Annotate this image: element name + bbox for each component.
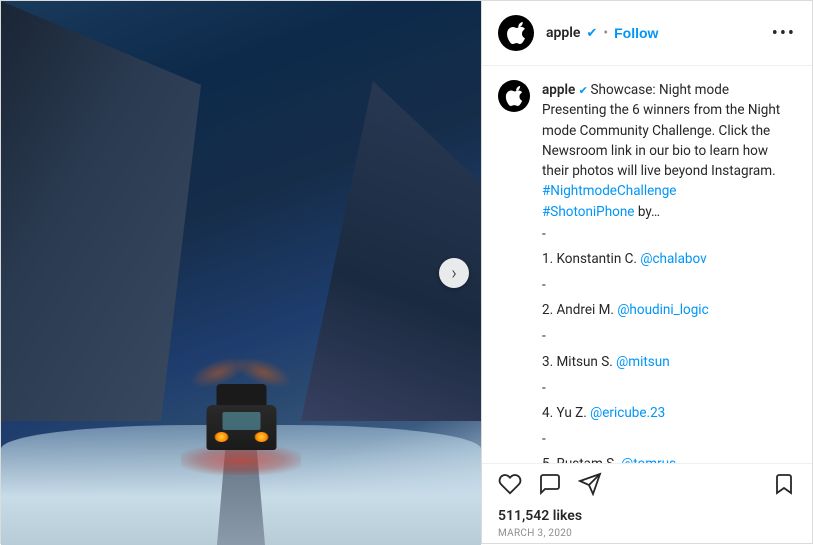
- like-button[interactable]: [498, 472, 522, 502]
- list-item-1: 1. Konstantin C. @chalabov: [542, 246, 796, 273]
- avatar: [498, 15, 534, 51]
- hashtag-nightmode[interactable]: #NightmodeChallenge: [542, 183, 676, 199]
- dash-1: -: [542, 222, 796, 246]
- vehicle-body: [206, 405, 276, 450]
- vehicle-windshield: [222, 412, 260, 430]
- post-right: apple ✔ • Follow ••• apple ✔ Showcase: N…: [481, 1, 812, 543]
- more-options-button[interactable]: •••: [772, 23, 796, 44]
- chevron-right-icon: ›: [451, 263, 456, 284]
- mention-chalabov[interactable]: @chalabov: [640, 251, 706, 267]
- header-info: apple ✔ • Follow: [546, 25, 772, 41]
- comment-body: apple ✔ Showcase: Night mode Presenting …: [542, 80, 796, 463]
- list-item-2: 2. Andrei M. @houdini_logic: [542, 297, 796, 324]
- action-icons-row: [498, 472, 796, 502]
- post-header: apple ✔ • Follow •••: [482, 1, 812, 66]
- post-image: ›: [1, 1, 481, 545]
- comment-apple-logo-icon: [504, 86, 524, 106]
- dash-3: -: [542, 324, 796, 348]
- dot-separator: •: [603, 25, 608, 41]
- post-container: › apple ✔ • Follow •••: [0, 0, 813, 544]
- by-text: by…: [638, 204, 660, 220]
- post-date: March 3, 2020: [498, 528, 796, 539]
- hashtag-shotooniphone[interactable]: #ShotoniPhone: [542, 204, 634, 220]
- apple-logo-icon: [505, 22, 527, 44]
- mountain-left: [1, 1, 201, 421]
- mention-mitsun[interactable]: @mitsun: [616, 354, 670, 370]
- dash-5: -: [542, 427, 796, 451]
- list-item-3: 3. Mitsun S. @mitsun: [542, 349, 796, 376]
- commenter-verified-icon: ✔: [579, 84, 591, 97]
- list-item-5: 5. Rustam S. @tomrus: [542, 451, 796, 463]
- dash-4: -: [542, 376, 796, 400]
- follow-button[interactable]: Follow: [614, 25, 658, 41]
- username: apple: [546, 25, 580, 41]
- verified-icon: ✔: [586, 26, 597, 41]
- vehicle: [199, 385, 284, 450]
- mention-houdini[interactable]: @houdini_logic: [617, 302, 708, 318]
- share-button[interactable]: [578, 472, 602, 502]
- headlight-right: [254, 432, 268, 442]
- main-comment-row: apple ✔ Showcase: Night mode Presenting …: [498, 80, 796, 463]
- mention-ericube[interactable]: @ericube.23: [590, 405, 665, 421]
- post-comments: apple ✔ Showcase: Night mode Presenting …: [482, 66, 812, 463]
- list-item-4: 4. Yu Z. @ericube.23: [542, 400, 796, 427]
- commenter-name: apple: [542, 82, 575, 98]
- bookmark-button[interactable]: [772, 472, 796, 502]
- headlight-left: [214, 432, 228, 442]
- post-actions: 511,542 likes March 3, 2020: [482, 463, 812, 543]
- mention-tomrus[interactable]: @tomrus: [621, 456, 676, 463]
- comment-avatar: [498, 80, 530, 112]
- comment-button[interactable]: [538, 472, 562, 502]
- likes-count: 511,542 likes: [498, 508, 796, 524]
- mountain-right: [301, 81, 481, 421]
- dash-2: -: [542, 273, 796, 297]
- next-button[interactable]: ›: [439, 258, 469, 288]
